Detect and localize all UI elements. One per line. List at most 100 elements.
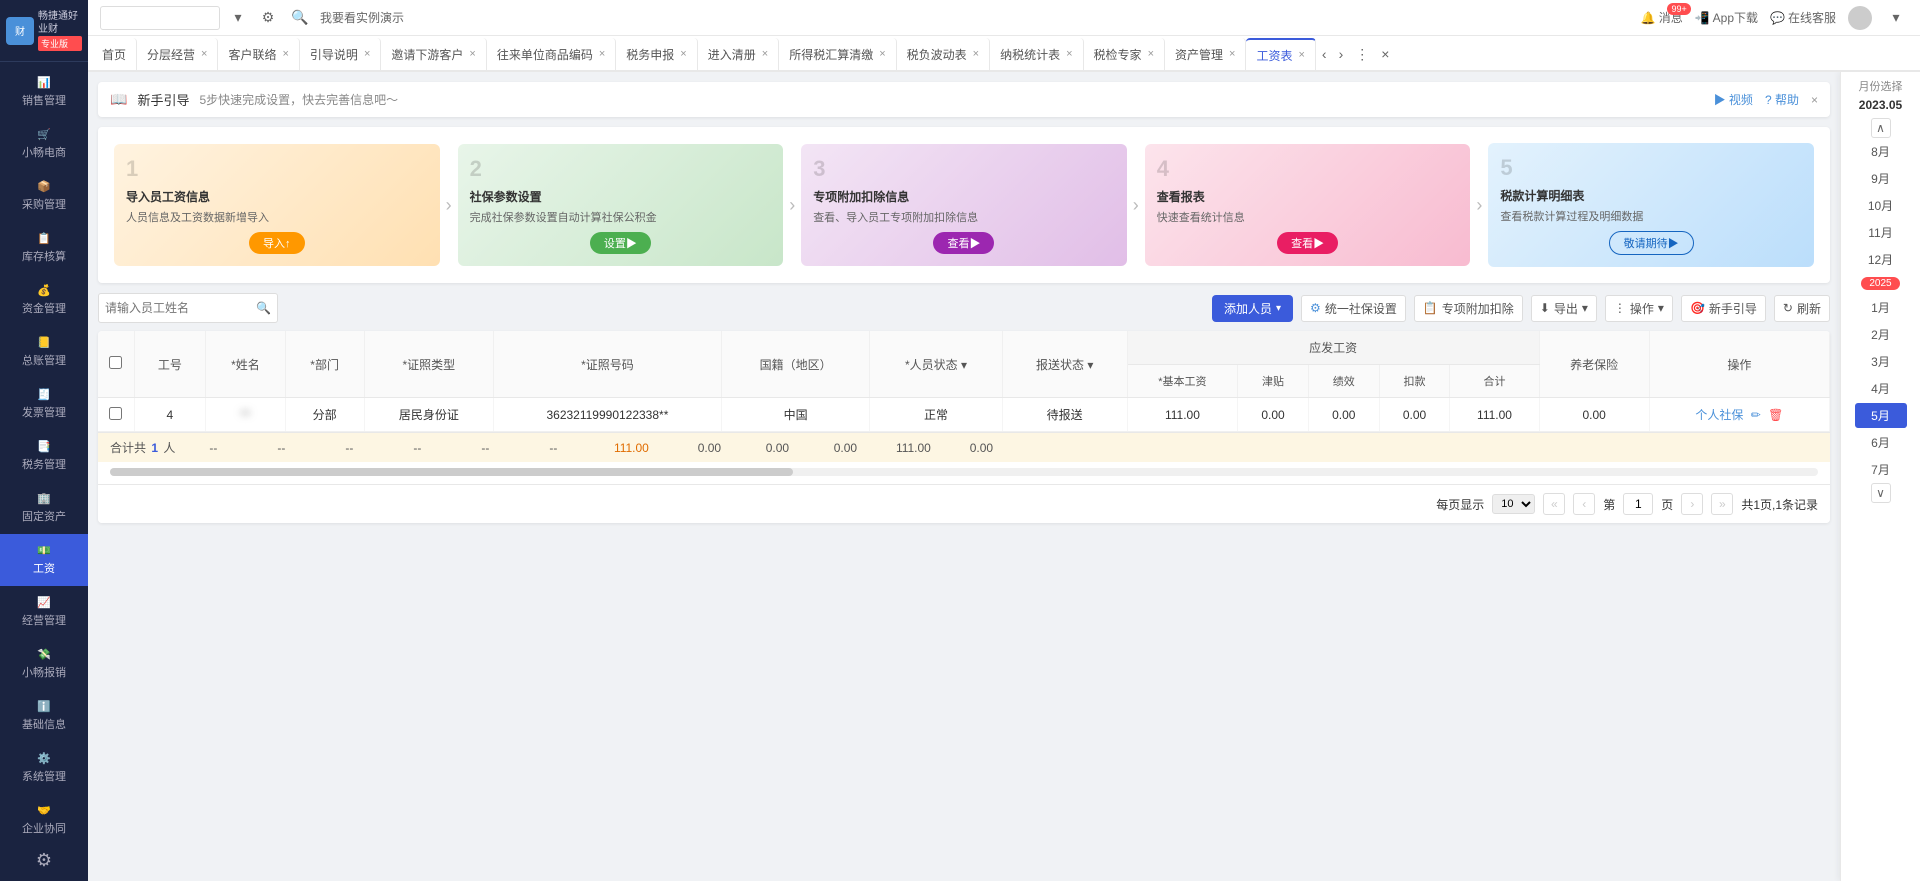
user-avatar[interactable] xyxy=(1848,6,1872,30)
tab-invite-close[interactable]: × xyxy=(469,48,475,60)
tab-product-code[interactable]: 往来单位商品编码 × xyxy=(487,38,616,70)
month-btn-4[interactable]: 4月 xyxy=(1855,376,1907,401)
tab-tax-report-close[interactable]: × xyxy=(680,48,686,60)
tab-invite[interactable]: 邀请下游客户 × xyxy=(381,38,486,70)
tab-tax-relief-close[interactable]: × xyxy=(973,48,979,60)
tab-salary[interactable]: 工资表 × xyxy=(1246,38,1315,70)
user-menu-icon[interactable]: ▾ xyxy=(1884,6,1908,30)
tab-clearance-close[interactable]: × xyxy=(762,48,768,60)
guide-close-icon[interactable]: × xyxy=(1811,93,1818,107)
sidebar-item-ecommerce[interactable]: 🛒 小畅电商 xyxy=(0,118,88,170)
newbie-guide-button[interactable]: 🎯 新手引导 xyxy=(1681,295,1766,322)
month-btn-5-active[interactable]: 5月 xyxy=(1855,403,1907,428)
next-page-btn[interactable]: › xyxy=(1681,493,1703,515)
tab-layer-close[interactable]: × xyxy=(201,48,207,60)
horizontal-scrollbar[interactable] xyxy=(110,468,1818,476)
scrollbar-thumb[interactable] xyxy=(110,468,793,476)
month-btn-6[interactable]: 6月 xyxy=(1855,430,1907,455)
tab-guide[interactable]: 引导说明 × xyxy=(300,38,381,70)
sidebar-item-inventory[interactable]: 📋 库存核算 xyxy=(0,222,88,274)
app-download-button[interactable]: 📲 App下载 xyxy=(1695,9,1758,26)
sidebar-item-cooperation[interactable]: 🤝 企业协同 xyxy=(0,794,88,840)
month-btn-1[interactable]: 1月 xyxy=(1855,295,1907,320)
tab-clearance[interactable]: 进入清册 × xyxy=(698,38,779,70)
row-checkbox[interactable] xyxy=(109,407,122,420)
tab-tax-expert-close[interactable]: × xyxy=(1148,48,1154,60)
sidebar-item-salary[interactable]: 💵 工资 xyxy=(0,534,88,586)
tab-customer[interactable]: 客户联络 × xyxy=(218,38,299,70)
sidebar-item-purchase[interactable]: 📦 采购管理 xyxy=(0,170,88,222)
month-btn-11[interactable]: 11月 xyxy=(1855,220,1907,245)
delete-btn[interactable]: 🗑 xyxy=(1768,408,1783,422)
sidebar-item-system[interactable]: ⚙️ 系统管理 xyxy=(0,742,88,794)
sidebar-item-marketing[interactable]: 💸 小畅报销 xyxy=(0,638,88,690)
current-page-input[interactable] xyxy=(1623,493,1653,515)
month-btn-9[interactable]: 9月 xyxy=(1855,166,1907,191)
sidebar-item-operations[interactable]: 📈 经营管理 xyxy=(0,586,88,638)
month-panel-down-btn[interactable]: ∨ xyxy=(1871,483,1891,503)
month-btn-12[interactable]: 12月 xyxy=(1855,247,1907,272)
month-panel-up-btn[interactable]: ∧ xyxy=(1871,118,1891,138)
step-3-btn[interactable]: 查看▶ xyxy=(933,232,994,254)
sidebar-item-finance[interactable]: 💰 资金管理 xyxy=(0,274,88,326)
guide-help-link[interactable]: ? 帮助 xyxy=(1765,91,1799,108)
dropdown-icon[interactable]: ▾ xyxy=(226,6,250,30)
month-btn-10[interactable]: 10月 xyxy=(1855,193,1907,218)
tab-close-all-btn[interactable]: × xyxy=(1375,38,1395,70)
tab-income-tax-close[interactable]: × xyxy=(879,48,885,60)
demo-link[interactable]: 我要看实例演示 xyxy=(320,9,404,26)
add-person-button[interactable]: 添加人员 ▾ xyxy=(1212,295,1293,322)
online-service-button[interactable]: 💬 在线客服 xyxy=(1770,9,1836,26)
tab-layer[interactable]: 分层经营 × xyxy=(137,38,218,70)
tab-tax-stats[interactable]: 纳税统计表 × xyxy=(990,38,1083,70)
month-btn-8[interactable]: 8月 xyxy=(1855,139,1907,164)
month-btn-3[interactable]: 3月 xyxy=(1855,349,1907,374)
month-btn-7[interactable]: 7月 xyxy=(1855,457,1907,482)
step-4-btn[interactable]: 查看▶ xyxy=(1277,232,1338,254)
personal-social-security-btn[interactable]: 个人社保 xyxy=(1695,406,1743,423)
page-size-select[interactable]: 10 20 50 xyxy=(1492,494,1535,514)
month-btn-2[interactable]: 2月 xyxy=(1855,322,1907,347)
sidebar-item-fixed-assets[interactable]: 🏢 固定资产 xyxy=(0,482,88,534)
guide-video-link[interactable]: ▶ 视频 xyxy=(1714,91,1753,108)
step-1-btn[interactable]: 导入↑ xyxy=(249,232,305,254)
tab-guide-close[interactable]: × xyxy=(364,48,370,60)
special-deduction-button[interactable]: 📋 专项附加扣除 xyxy=(1414,295,1523,322)
edit-btn[interactable]: ✏ xyxy=(1751,408,1761,422)
tab-tax-relief[interactable]: 税负波动表 × xyxy=(897,38,990,70)
tab-salary-close[interactable]: × xyxy=(1298,49,1304,61)
prev-page-btn[interactable]: ‹ xyxy=(1573,493,1595,515)
tab-prev-btn[interactable]: ‹ xyxy=(1316,38,1333,70)
step-5-btn[interactable]: 敬请期待▶ xyxy=(1609,231,1694,255)
settings-icon[interactable]: ⚙ xyxy=(36,850,52,871)
unified-settings-button[interactable]: ⚙ 统一社保设置 xyxy=(1301,295,1406,322)
sidebar-item-tax[interactable]: 📑 税务管理 xyxy=(0,430,88,482)
sidebar-item-basic[interactable]: ℹ️ 基础信息 xyxy=(0,690,88,742)
tab-tax-expert[interactable]: 税检专家 × xyxy=(1084,38,1165,70)
tab-assets[interactable]: 资产管理 × xyxy=(1165,38,1246,70)
tab-more-btn[interactable]: ⋮ xyxy=(1349,38,1375,70)
search-input[interactable] xyxy=(105,301,256,315)
tab-tax-stats-close[interactable]: × xyxy=(1066,48,1072,60)
first-page-btn[interactable]: « xyxy=(1543,493,1565,515)
settings-icon[interactable]: ⚙ xyxy=(256,6,280,30)
tab-assets-close[interactable]: × xyxy=(1229,48,1235,60)
select-all-checkbox[interactable] xyxy=(109,356,122,369)
operation-button[interactable]: ⋮ 操作 ▾ xyxy=(1605,295,1673,322)
export-button[interactable]: ⬇ 导出 ▾ xyxy=(1531,295,1597,322)
tab-product-code-close[interactable]: × xyxy=(599,48,605,60)
sidebar-item-sales[interactable]: 📊 销售管理 xyxy=(0,66,88,118)
step-2-btn[interactable]: 设置▶ xyxy=(590,232,651,254)
header-input[interactable] xyxy=(100,6,220,30)
refresh-button[interactable]: ↻ 刷新 xyxy=(1774,295,1830,322)
search-icon[interactable]: 🔍 xyxy=(256,301,271,315)
tab-tax-report[interactable]: 税务申报 × xyxy=(616,38,697,70)
last-page-btn[interactable]: » xyxy=(1711,493,1733,515)
tab-customer-close[interactable]: × xyxy=(282,48,288,60)
sidebar-item-ledger[interactable]: 📒 总账管理 xyxy=(0,326,88,378)
tab-next-btn[interactable]: › xyxy=(1333,38,1350,70)
notice-button[interactable]: 🔔 消息 99+ xyxy=(1641,9,1683,26)
tab-income-tax[interactable]: 所得税汇算清缴 × xyxy=(779,38,896,70)
tab-home[interactable]: 首页 xyxy=(92,38,137,70)
sidebar-item-invoice[interactable]: 🧾 发票管理 xyxy=(0,378,88,430)
